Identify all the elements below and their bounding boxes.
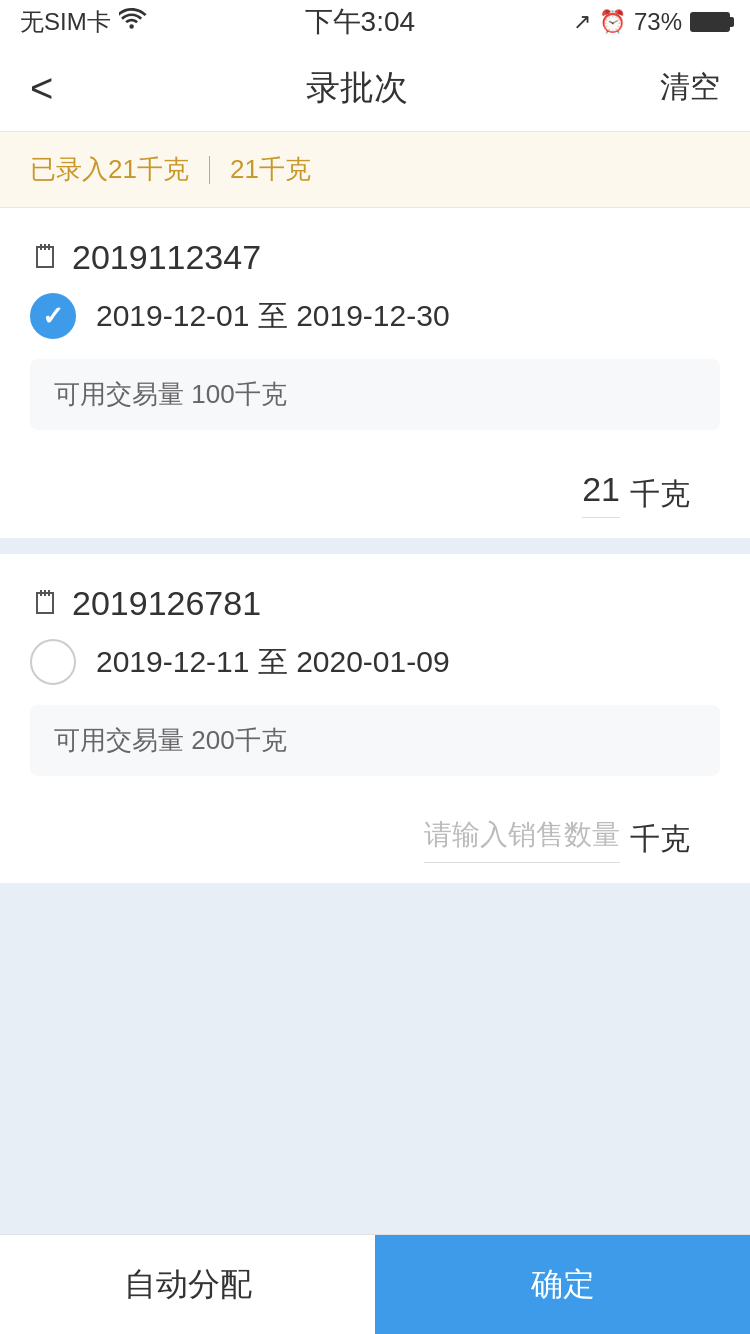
batch-date-2: 2019-12-11 至 2020-01-09 [96,642,450,683]
quantity-row-2: 请输入销售数量 千克 [30,796,720,883]
availability-box-2: 可用交易量 200千克 [30,705,720,776]
location-icon: ↗ [573,9,591,35]
summary-value: 21千克 [230,152,311,187]
batch-date-1: 2019-12-01 至 2019-12-30 [96,296,450,337]
page-title: 录批次 [306,65,408,111]
card-divider-1 [0,538,750,554]
status-left: 无SIM卡 [20,6,147,38]
battery-icon [690,12,730,32]
back-button[interactable]: < [30,68,53,108]
clear-button[interactable]: 清空 [660,67,720,108]
bottom-actions: 自动分配 确定 [0,1234,750,1334]
doc-icon-1: 🗒 [30,239,62,276]
batch-row-1: 2019-12-01 至 2019-12-30 [30,293,720,339]
batch-number-2: 2019126781 [72,584,261,623]
batch-header-2: 🗒 2019126781 [30,584,720,623]
quantity-input-wrapper-1: 21 [582,470,620,518]
batch-number-1: 2019112347 [72,238,261,277]
auto-distribute-button[interactable]: 自动分配 [0,1235,375,1334]
quantity-input-wrapper-2[interactable]: 请输入销售数量 [424,816,620,863]
wifi-icon [119,8,147,36]
summary-divider [209,156,210,184]
status-time: 下午3:04 [305,3,416,41]
quantity-placeholder-2: 请输入销售数量 [424,816,620,854]
quantity-value-1: 21 [582,470,620,509]
battery-percent: 73% [634,8,682,36]
availability-box-1: 可用交易量 100千克 [30,359,720,430]
status-bar: 无SIM卡 下午3:04 ↗ ⏰ 73% [0,0,750,44]
confirm-button[interactable]: 确定 [375,1235,750,1334]
quantity-unit-1: 千克 [630,474,690,515]
batch-card-2: 🗒 2019126781 2019-12-11 至 2020-01-09 可用交… [0,554,750,883]
batch-checkbox-1[interactable] [30,293,76,339]
status-right: ↗ ⏰ 73% [573,8,730,36]
quantity-row-1: 21 千克 [30,450,720,538]
batch-row-2: 2019-12-11 至 2020-01-09 [30,639,720,685]
content-area: 🗒 2019112347 2019-12-01 至 2019-12-30 可用交… [0,208,750,1334]
batch-checkbox-2[interactable] [30,639,76,685]
batch-header-1: 🗒 2019112347 [30,238,720,277]
recorded-amount: 已录入21千克 [30,152,189,187]
carrier-label: 无SIM卡 [20,6,111,38]
alarm-icon: ⏰ [599,9,626,35]
summary-bar: 已录入21千克 21千克 [0,132,750,208]
nav-bar: < 录批次 清空 [0,44,750,132]
batch-card-1: 🗒 2019112347 2019-12-01 至 2019-12-30 可用交… [0,208,750,538]
quantity-unit-2: 千克 [630,819,690,860]
doc-icon-2: 🗒 [30,585,62,622]
